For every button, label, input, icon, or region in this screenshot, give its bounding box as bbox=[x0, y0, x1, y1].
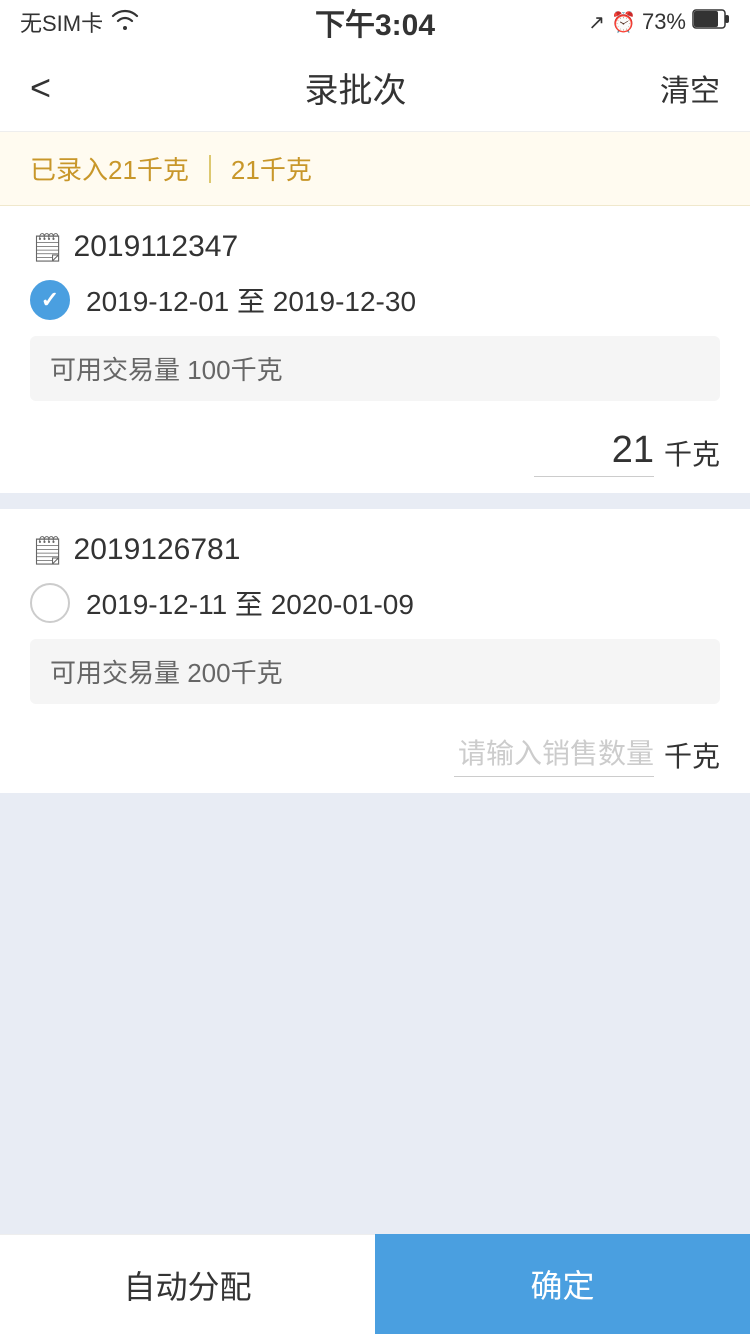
batch-item-1: 🗒 2019112347 2019-12-01 至 2019-12-30 可用交… bbox=[0, 206, 750, 493]
batch2-id: 2019126781 bbox=[74, 533, 241, 567]
battery-icon bbox=[692, 9, 730, 35]
batch1-quantity-value: 21 bbox=[612, 429, 654, 471]
batch-item-2: 🗒 2019126781 2019-12-11 至 2020-01-09 可用交… bbox=[0, 509, 750, 793]
confirm-button[interactable]: 确定 bbox=[375, 1234, 750, 1334]
section-divider-2 bbox=[0, 793, 750, 809]
page-title: 录批次 bbox=[305, 63, 407, 112]
batch1-date: 2019-12-01 至 2019-12-30 bbox=[86, 280, 416, 320]
batch1-icon: 🗒 bbox=[30, 231, 66, 264]
wifi-icon bbox=[111, 8, 139, 36]
batch2-radio[interactable] bbox=[30, 583, 70, 623]
clear-button[interactable]: 清空 bbox=[660, 66, 720, 110]
batch1-qty-row: 21 千克 bbox=[0, 413, 750, 493]
status-bar: 无SIM卡 下午3:04 ↗ ⏰ 73% bbox=[0, 0, 750, 44]
batch2-header: 🗒 2019126781 bbox=[0, 509, 750, 575]
batch2-available: 可用交易量 200千克 bbox=[30, 639, 720, 704]
batch1-id: 2019112347 bbox=[74, 230, 239, 264]
info-bar: 已录入21千克 21千克 bbox=[0, 132, 750, 206]
recorded-label: 已录入21千克 bbox=[30, 150, 189, 187]
alarm-icon: ⏰ bbox=[611, 10, 636, 35]
recorded-value: 21千克 bbox=[231, 150, 312, 187]
batch2-input-row[interactable]: 请输入销售数量 千克 bbox=[0, 716, 750, 793]
batch1-available: 可用交易量 100千克 bbox=[30, 336, 720, 401]
section-divider-1 bbox=[0, 493, 750, 509]
bottom-bar: 自动分配 确定 bbox=[0, 1234, 750, 1334]
batch1-row[interactable]: 2019-12-01 至 2019-12-30 bbox=[0, 272, 750, 328]
batch1-radio[interactable] bbox=[30, 280, 70, 320]
batch2-icon: 🗒 bbox=[30, 534, 66, 567]
batch1-unit: 千克 bbox=[664, 433, 720, 473]
battery-text: 73% bbox=[642, 9, 686, 35]
batch2-unit: 千克 bbox=[664, 735, 720, 775]
status-left: 无SIM卡 bbox=[20, 6, 139, 38]
batch2-date: 2019-12-11 至 2020-01-09 bbox=[86, 583, 414, 623]
location-icon: ↗ bbox=[588, 10, 605, 35]
batch1-header: 🗒 2019112347 bbox=[0, 206, 750, 272]
info-divider bbox=[209, 155, 211, 183]
back-button[interactable]: < bbox=[30, 67, 51, 109]
auto-distribute-button[interactable]: 自动分配 bbox=[0, 1234, 375, 1334]
time-display: 下午3:04 bbox=[315, 0, 435, 44]
batch2-quantity-input[interactable]: 请输入销售数量 bbox=[454, 732, 654, 777]
nav-bar: < 录批次 清空 bbox=[0, 44, 750, 132]
batch2-row[interactable]: 2019-12-11 至 2020-01-09 bbox=[0, 575, 750, 631]
carrier-text: 无SIM卡 bbox=[20, 6, 103, 38]
status-right: ↗ ⏰ 73% bbox=[588, 9, 730, 35]
batch1-quantity-display: 21 bbox=[534, 429, 654, 477]
